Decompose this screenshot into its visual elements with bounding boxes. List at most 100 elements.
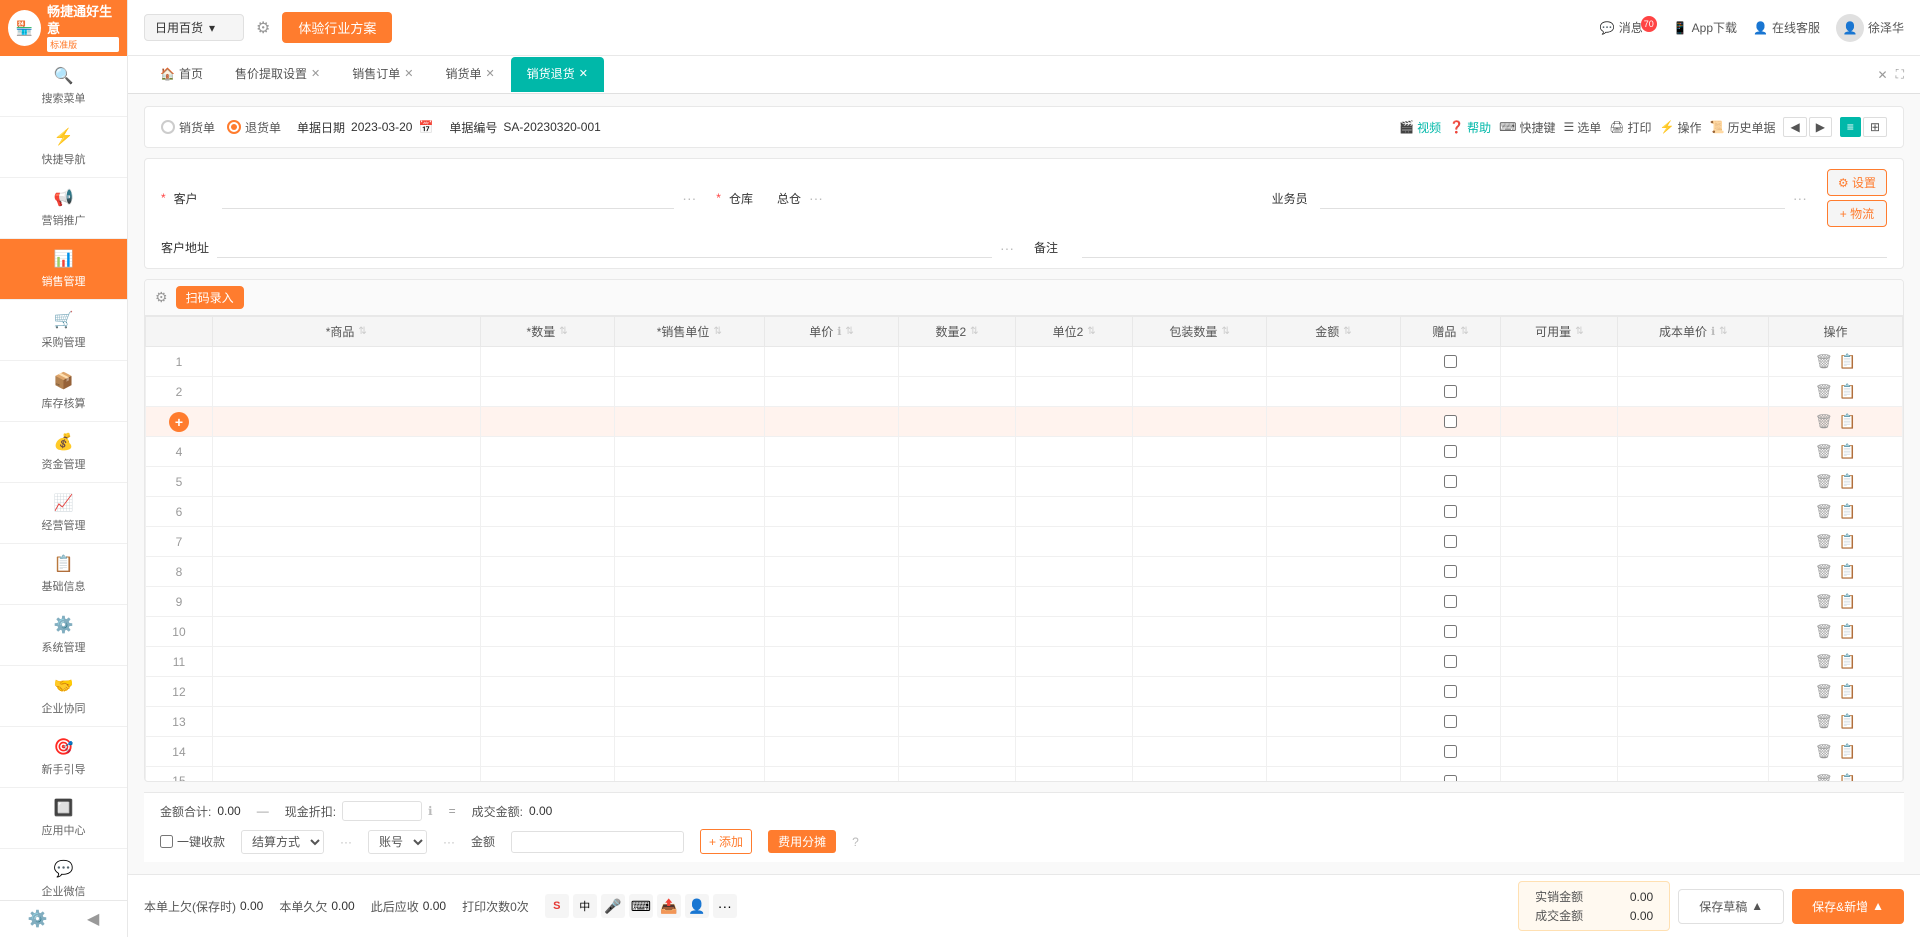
more-icon[interactable]: ··· (713, 894, 737, 918)
video-btn[interactable]: 🎬 视频 (1399, 119, 1441, 136)
copy-row-icon[interactable]: 📋 (1839, 503, 1856, 520)
sidebar-collapse-icon[interactable]: ◀ (87, 909, 99, 929)
staff-select-icon[interactable]: ··· (1793, 190, 1807, 206)
tab-sales-return-close[interactable]: ✕ (579, 67, 588, 80)
sort-price-icon[interactable]: ⇅ (845, 326, 853, 337)
gift-checkbox[interactable] (1444, 415, 1457, 428)
sidebar-item-inventory[interactable]: 📦 库存核算 (0, 361, 127, 422)
row-amount[interactable] (1267, 407, 1401, 437)
customer-input[interactable] (222, 188, 675, 209)
settle-method-select[interactable]: 结算方式 (241, 830, 324, 854)
tab-price-settings[interactable]: 售价提取设置 ✕ (219, 57, 336, 92)
copy-row-icon[interactable]: 📋 (1839, 443, 1856, 460)
sidebar-item-purchase[interactable]: 🛒 采购管理 (0, 300, 127, 361)
delete-row-icon[interactable]: 🗑 (1815, 443, 1833, 460)
delete-row-icon[interactable]: 🗑 (1815, 383, 1833, 400)
delete-row-icon[interactable]: 🗑 (1815, 353, 1833, 370)
copy-row-icon[interactable]: 📋 (1839, 743, 1856, 760)
view-table-btn[interactable]: ≡ (1840, 117, 1861, 137)
warehouse-select-icon[interactable]: ··· (809, 190, 823, 206)
row-pack[interactable] (1133, 347, 1267, 377)
row-amount[interactable] (1267, 347, 1401, 377)
delete-row-icon[interactable]: 🗑 (1815, 713, 1833, 730)
row-cost[interactable] (1618, 407, 1769, 437)
product-input[interactable] (219, 355, 474, 369)
delete-row-icon[interactable]: 🗑 (1815, 503, 1833, 520)
row-avail[interactable] (1501, 347, 1618, 377)
row-unit[interactable] (614, 347, 765, 377)
th-price-info-icon[interactable]: ℹ (837, 325, 841, 338)
sort-amount-icon[interactable]: ⇅ (1343, 326, 1351, 337)
gift-checkbox[interactable] (1444, 655, 1457, 668)
quick-pay-input[interactable] (160, 835, 173, 848)
address-input[interactable] (217, 237, 992, 258)
row-pack[interactable] (1133, 407, 1267, 437)
copy-row-icon[interactable]: 📋 (1839, 773, 1856, 781)
row-qty[interactable] (480, 377, 614, 407)
row-unit2[interactable] (1016, 377, 1133, 407)
gift-checkbox[interactable] (1444, 775, 1457, 781)
active-product-input[interactable] (219, 415, 474, 429)
sidebar-item-appcenter[interactable]: 🔲 应用中心 (0, 788, 127, 849)
row-price[interactable] (765, 407, 899, 437)
account-dots-icon[interactable]: ··· (443, 835, 455, 849)
account-select[interactable]: 账号 (368, 830, 427, 854)
row-amount[interactable] (1267, 377, 1401, 407)
row-unit[interactable] (614, 377, 765, 407)
table-scroll-area[interactable]: *商品 ⇅ *数量 ⇅ (145, 316, 1903, 781)
delete-row-icon[interactable]: 🗑 (1815, 683, 1833, 700)
gift-checkbox[interactable] (1444, 685, 1457, 698)
sidebar-item-search[interactable]: 🔍 搜索菜单 (0, 56, 127, 117)
logistics-side-btn[interactable]: + 物流 (1827, 200, 1887, 227)
gift-checkbox[interactable] (1444, 715, 1457, 728)
sidebar-item-system[interactable]: ⚙️ 系统管理 (0, 605, 127, 666)
s-icon[interactable]: S (545, 894, 569, 918)
gift-checkbox[interactable] (1444, 505, 1457, 518)
print-btn[interactable]: 🖨 打印 (1609, 119, 1651, 136)
copy-row-icon[interactable]: 📋 (1839, 563, 1856, 580)
person-icon[interactable]: 👤 (685, 894, 709, 918)
gift-checkbox[interactable] (1444, 385, 1457, 398)
next-record-btn[interactable]: ▶ (1809, 117, 1832, 137)
select-btn[interactable]: ☰ 选单 (1563, 119, 1601, 136)
experience-button[interactable]: 体验行业方案 (282, 12, 392, 43)
row-unit2[interactable] (1016, 407, 1133, 437)
maximize-window-icon[interactable]: ⛶ (1896, 67, 1904, 82)
customer-select-icon[interactable]: ··· (682, 190, 696, 206)
delete-row-icon[interactable]: 🗑 (1815, 593, 1833, 610)
row-qty[interactable] (480, 407, 614, 437)
sidebar-item-sales[interactable]: 📊 销售管理 (0, 239, 127, 300)
copy-row-icon[interactable]: 📋 (1839, 413, 1856, 430)
shortcut-btn[interactable]: ⌨ 快捷键 (1499, 119, 1555, 136)
gift-checkbox[interactable] (1444, 595, 1457, 608)
save-draft-button[interactable]: 保存草稿 ▲ (1678, 889, 1784, 924)
discount-input[interactable] (342, 801, 422, 821)
copy-row-icon[interactable]: 📋 (1839, 473, 1856, 490)
copy-row-icon[interactable]: 📋 (1839, 533, 1856, 550)
row-qty2[interactable] (898, 347, 1015, 377)
operations-btn[interactable]: ⚡ 操作 (1660, 119, 1702, 136)
expense-split-btn[interactable]: 费用分摊 (768, 830, 836, 853)
sidebar-item-marketing[interactable]: 📢 营销推广 (0, 178, 127, 239)
tab-sales-order[interactable]: 销售订单 ✕ (336, 57, 429, 92)
row-gift[interactable] (1400, 377, 1500, 407)
expense-help-icon[interactable]: ? (852, 835, 859, 849)
save-and-new-button[interactable]: 保存&新增 ▲ (1792, 889, 1904, 924)
sort-product-icon[interactable]: ⇅ (358, 326, 366, 337)
close-window-icon[interactable]: ✕ (1878, 68, 1888, 82)
row-pack[interactable] (1133, 377, 1267, 407)
gift-checkbox[interactable] (1444, 565, 1457, 578)
customer-service-item[interactable]: 👤 在线客服 (1753, 19, 1820, 36)
sidebar-item-basics[interactable]: 📋 基础信息 (0, 544, 127, 605)
copy-row-icon[interactable]: 📋 (1839, 353, 1856, 370)
sort-cost-icon[interactable]: ⇅ (1719, 326, 1727, 337)
sidebar-item-operations[interactable]: 📈 经营管理 (0, 483, 127, 544)
row-product[interactable] (212, 347, 480, 377)
gift-checkbox[interactable] (1444, 475, 1457, 488)
delete-row-icon[interactable]: 🗑 (1815, 473, 1833, 490)
row-price[interactable] (765, 377, 899, 407)
keyboard-icon[interactable]: ⌨ (629, 894, 653, 918)
add-payment-btn[interactable]: + 添加 (700, 829, 752, 854)
delete-row-icon[interactable]: 🗑 (1815, 743, 1833, 760)
user-profile[interactable]: 👤 徐泽华 (1836, 14, 1904, 42)
